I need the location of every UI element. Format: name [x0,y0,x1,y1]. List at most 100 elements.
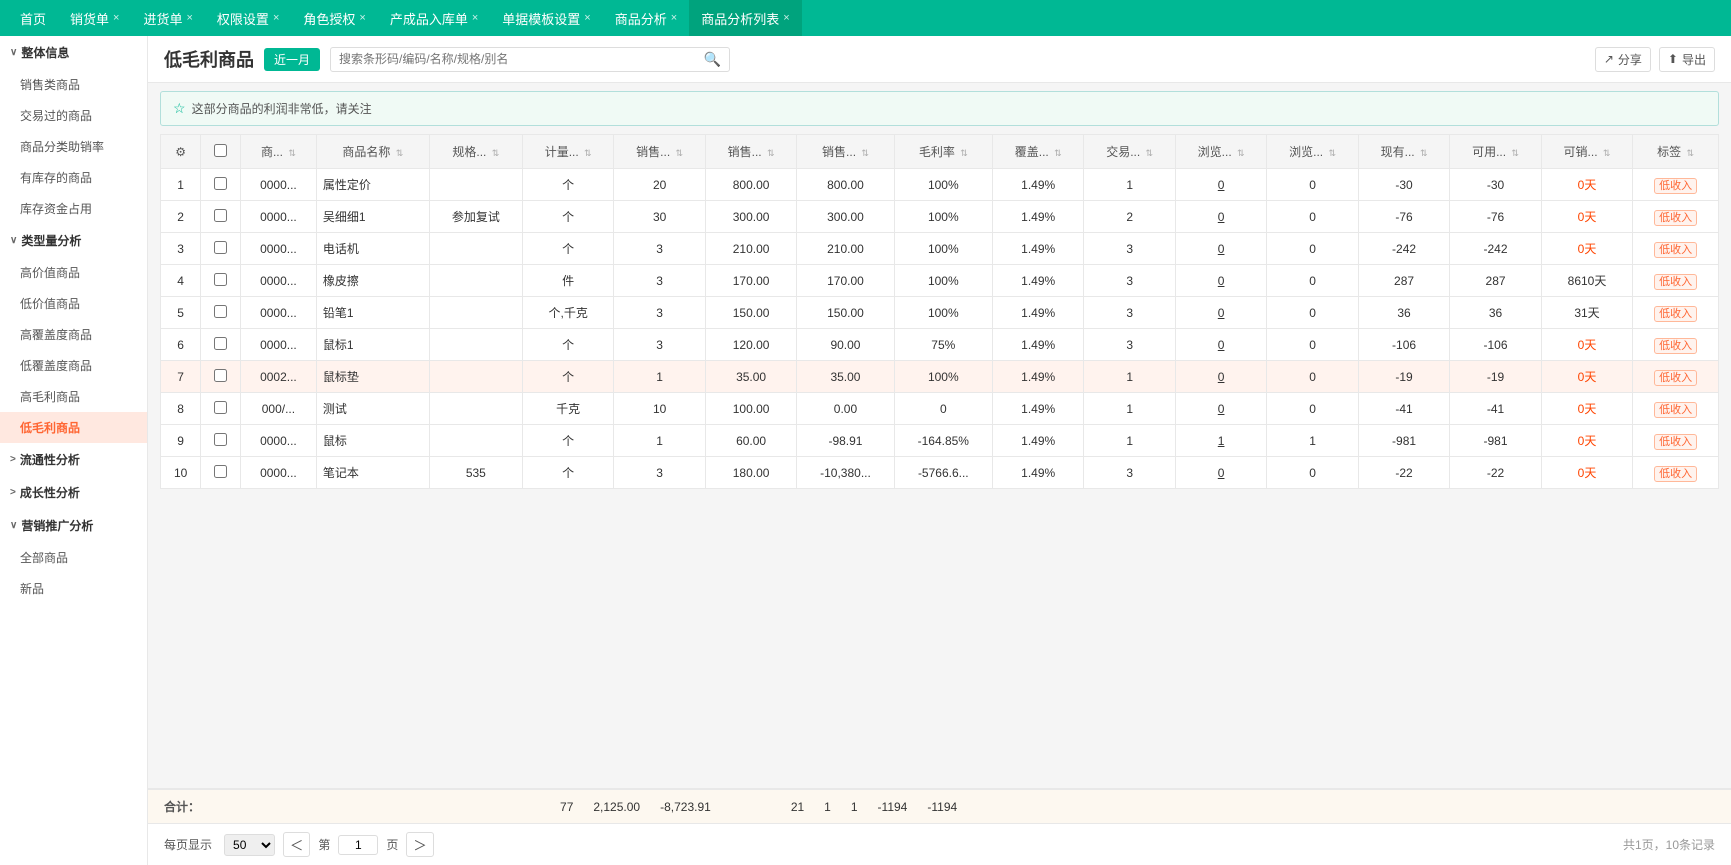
row-checkbox[interactable] [214,305,227,318]
row-checkbox[interactable] [214,369,227,382]
sidebar-item-低毛利商品[interactable]: 低毛利商品 [0,412,147,443]
nav-close-icon[interactable]: × [359,12,365,24]
col-coverage[interactable]: 覆盖... ⇅ [992,135,1083,169]
cell-checkbox[interactable] [201,457,241,489]
nav-item-单据模板设置[interactable]: 单据模板设置× [490,0,602,36]
sidebar-item-低价值商品[interactable]: 低价值商品 [0,288,147,319]
row-checkbox[interactable] [214,177,227,190]
prev-page-button[interactable]: ＜ [283,832,310,857]
nav-item-进货单[interactable]: 进货单× [131,0,204,36]
table-row[interactable]: 2 0000... 吴细细1 参加复试 个 30 300.00 300.00 1… [161,201,1719,233]
select-all-checkbox[interactable] [214,144,227,157]
row-checkbox[interactable] [214,337,227,350]
col-gross-rate[interactable]: 毛利率 ⇅ [894,135,992,169]
settings-column-header[interactable]: ⚙ [161,135,201,169]
cell-checkbox[interactable] [201,201,241,233]
cell-checkbox[interactable] [201,425,241,457]
search-bar[interactable]: 🔍 [330,47,730,72]
table-row[interactable]: 7 0002... 鼠标垫 个 1 35.00 35.00 100% 1.49%… [161,361,1719,393]
table-row[interactable]: 1 0000... 属性定价 个 20 800.00 800.00 100% 1… [161,169,1719,201]
col-sales-price[interactable]: 销售... ⇅ [705,135,796,169]
nav-item-销货单[interactable]: 销货单× [58,0,131,36]
col-transaction[interactable]: 交易... ⇅ [1084,135,1175,169]
col-view1[interactable]: 浏览... ⇅ [1175,135,1266,169]
sidebar-collapse-btn[interactable]: « [147,431,148,471]
cell-checkbox[interactable] [201,169,241,201]
col-spec[interactable]: 规格... ⇅ [429,135,522,169]
cell-view1[interactable]: 0 [1175,457,1266,489]
sidebar-group-整体信息[interactable]: ∨整体信息 [0,36,147,69]
table-row[interactable]: 5 0000... 铅笔1 个,千克 3 150.00 150.00 100% … [161,297,1719,329]
sidebar-item-有库存的商品[interactable]: 有库存的商品 [0,162,147,193]
table-row[interactable]: 6 0000... 鼠标1 个 3 120.00 90.00 75% 1.49%… [161,329,1719,361]
row-checkbox[interactable] [214,465,227,478]
table-row[interactable]: 9 0000... 鼠标 个 1 60.00 -98.91 -164.85% 1… [161,425,1719,457]
nav-close-icon[interactable]: × [584,12,590,24]
col-stock-avail[interactable]: 可用... ⇅ [1450,135,1541,169]
cell-view1[interactable]: 0 [1175,361,1266,393]
table-row[interactable]: 3 0000... 电话机 个 3 210.00 210.00 100% 1.4… [161,233,1719,265]
nav-close-icon[interactable]: × [273,12,279,24]
col-sales-amt[interactable]: 销售... ⇅ [797,135,894,169]
row-checkbox[interactable] [214,401,227,414]
sidebar-group-营销推广分析[interactable]: ∨营销推广分析 [0,509,147,542]
cell-view1[interactable]: 0 [1175,201,1266,233]
col-stock-cur[interactable]: 现有... ⇅ [1358,135,1449,169]
export-button[interactable]: ⬆ 导出 [1659,47,1715,72]
cell-view1[interactable]: 0 [1175,169,1266,201]
cell-view1[interactable]: 0 [1175,297,1266,329]
share-button[interactable]: ↗ 分享 [1595,47,1651,72]
row-checkbox[interactable] [214,273,227,286]
cell-checkbox[interactable] [201,297,241,329]
per-page-select[interactable]: 50 20 100 [224,834,275,856]
cell-checkbox[interactable] [201,361,241,393]
row-checkbox[interactable] [214,433,227,446]
sidebar-item-高价值商品[interactable]: 高价值商品 [0,257,147,288]
table-row[interactable]: 8 000/... 测试 千克 10 100.00 0.00 0 1.49% 1… [161,393,1719,425]
checkbox-column-header[interactable] [201,135,241,169]
sidebar-item-高毛利商品[interactable]: 高毛利商品 [0,381,147,412]
table-container[interactable]: ⚙ 商... ⇅ 商品名称 ⇅ 规格... ⇅ 计量... ⇅ 销售... ⇅ … [148,134,1731,788]
sidebar-group-成长性分析[interactable]: >成长性分析 [0,476,147,509]
sidebar-group-类型量分析[interactable]: ∨类型量分析 [0,224,147,257]
table-row[interactable]: 4 0000... 橡皮擦 件 3 170.00 170.00 100% 1.4… [161,265,1719,297]
nav-item-权限设置[interactable]: 权限设置× [205,0,291,36]
next-page-button[interactable]: ＞ [406,832,433,857]
cell-checkbox[interactable] [201,393,241,425]
time-filter-button[interactable]: 近一月 [264,48,320,71]
col-name[interactable]: 商品名称 ⇅ [316,135,429,169]
cell-view1[interactable]: 0 [1175,393,1266,425]
sidebar-group-流通性分析[interactable]: >流通性分析 [0,443,147,476]
cell-checkbox[interactable] [201,329,241,361]
sidebar-item-交易过的商品[interactable]: 交易过的商品 [0,100,147,131]
search-input[interactable] [339,52,700,66]
row-checkbox[interactable] [214,209,227,222]
nav-item-商品分析列表[interactable]: 商品分析列表× [689,0,801,36]
cell-view1[interactable]: 0 [1175,265,1266,297]
sidebar-item-全部商品[interactable]: 全部商品 [0,542,147,573]
nav-item-角色授权[interactable]: 角色授权× [291,0,377,36]
nav-item-首页[interactable]: 首页 [8,0,58,36]
sidebar-item-低覆盖度商品[interactable]: 低覆盖度商品 [0,350,147,381]
col-sales-qty[interactable]: 销售... ⇅ [614,135,705,169]
cell-checkbox[interactable] [201,265,241,297]
page-input[interactable] [338,835,378,855]
nav-close-icon[interactable]: × [186,12,192,24]
nav-close-icon[interactable]: × [113,12,119,24]
cell-view1[interactable]: 0 [1175,329,1266,361]
sidebar-item-新品[interactable]: 新品 [0,573,147,604]
sidebar-item-商品分类助销率[interactable]: 商品分类助销率 [0,131,147,162]
table-row[interactable]: 10 0000... 笔记本 535 个 3 180.00 -10,380...… [161,457,1719,489]
nav-item-产成品入库单[interactable]: 产成品入库单× [378,0,490,36]
nav-close-icon[interactable]: × [783,12,789,24]
col-unit[interactable]: 计量... ⇅ [522,135,613,169]
row-checkbox[interactable] [214,241,227,254]
nav-close-icon[interactable]: × [671,12,677,24]
col-stock-sale[interactable]: 可销... ⇅ [1541,135,1632,169]
col-code[interactable]: 商... ⇅ [240,135,316,169]
search-icon[interactable]: 🔍 [704,51,721,68]
col-tag[interactable]: 标签 ⇅ [1633,135,1719,169]
nav-close-icon[interactable]: × [472,12,478,24]
cell-checkbox[interactable] [201,233,241,265]
cell-view1[interactable]: 0 [1175,233,1266,265]
